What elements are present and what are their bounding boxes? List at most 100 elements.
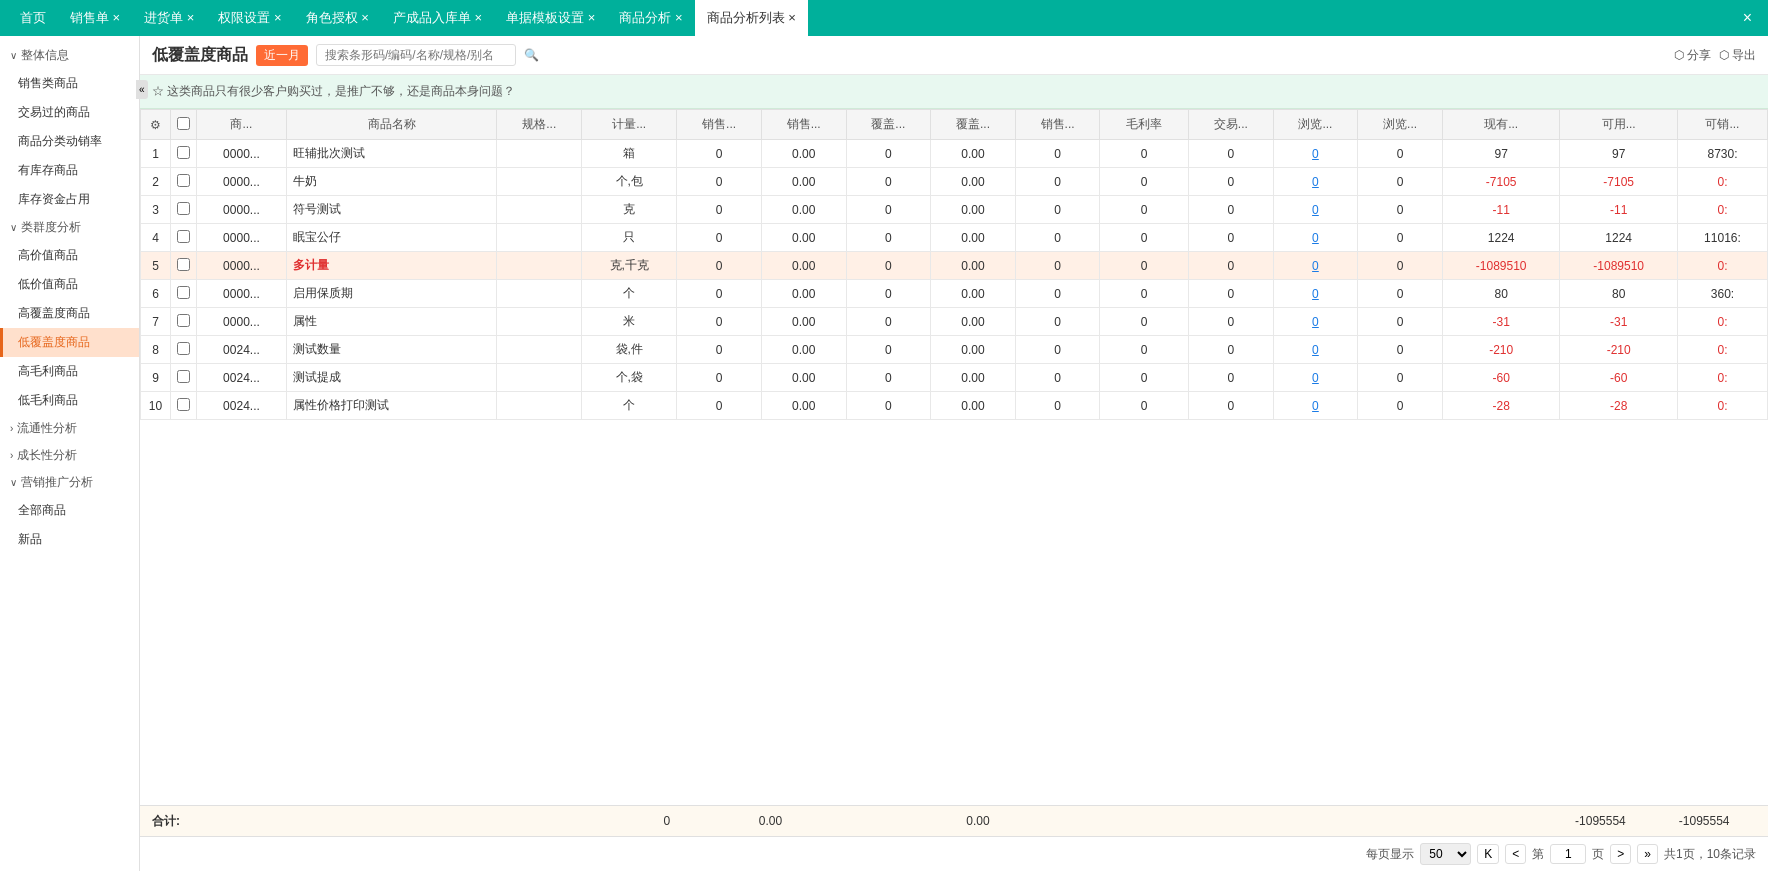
page-size-select[interactable]: 50 100 200: [1420, 843, 1471, 865]
sidebar-item-low-profit[interactable]: 低毛利商品: [0, 386, 139, 415]
row-unit: 米: [582, 308, 677, 336]
row-checkbox[interactable]: [177, 314, 190, 327]
sidebar-toggle-button[interactable]: «: [136, 80, 140, 99]
sidebar-section-circulation[interactable]: › 流通性分析: [0, 415, 139, 442]
row-browse1[interactable]: 0: [1273, 364, 1358, 392]
page-title: 低覆盖度商品: [152, 45, 248, 66]
row-sales-x: 0: [1015, 308, 1100, 336]
close-button[interactable]: ×: [1735, 9, 1760, 27]
row-browse2: 0: [1358, 224, 1443, 252]
footer-cells: 0 0.00 0.00 -1095554 -1095554: [200, 812, 1756, 830]
table-container[interactable]: ⚙ 商... 商品名称 规格... 计量... 销售... 销售... 覆盖..…: [140, 109, 1768, 805]
sidebar-section-overall[interactable]: ∨ 整体信息: [0, 42, 139, 69]
row-browse1[interactable]: 0: [1273, 252, 1358, 280]
nav-role-auth[interactable]: 角色授权 ×: [294, 0, 381, 36]
sidebar-item-all-products[interactable]: 全部商品: [0, 496, 139, 525]
th-browse1: 浏览...: [1273, 110, 1358, 140]
row-sales-amt: 0.00: [761, 224, 846, 252]
row-current: -1089510: [1442, 252, 1560, 280]
row-checkbox[interactable]: [177, 230, 190, 243]
row-cov1: 0: [846, 196, 931, 224]
last-page-button[interactable]: »: [1637, 844, 1658, 864]
chevron-down-icon: ∨: [10, 50, 17, 61]
first-page-button[interactable]: K: [1477, 844, 1499, 864]
next-page-button[interactable]: >: [1610, 844, 1631, 864]
pagination-bar: 每页显示 50 100 200 K < 第 页 > » 共1页，10条记录: [140, 836, 1768, 871]
select-all-checkbox[interactable]: [177, 117, 190, 130]
table-header-row: ⚙ 商... 商品名称 规格... 计量... 销售... 销售... 覆盖..…: [141, 110, 1768, 140]
info-text: 这类商品只有很少客户购买过，是推广不够，还是商品本身问题？: [167, 84, 515, 98]
row-browse1[interactable]: 0: [1273, 140, 1358, 168]
search-icon[interactable]: 🔍: [524, 48, 539, 62]
export-button[interactable]: ⬡ 导出: [1719, 47, 1756, 64]
row-check[interactable]: [171, 140, 197, 168]
time-filter-button[interactable]: 近一月: [256, 45, 308, 66]
th-checkbox[interactable]: [171, 110, 197, 140]
nav-product-storage[interactable]: 产成品入库单 ×: [381, 0, 494, 36]
th-settings[interactable]: ⚙: [141, 110, 171, 140]
nav-permissions[interactable]: 权限设置 ×: [206, 0, 293, 36]
sidebar-section-growth[interactable]: › 成长性分析: [0, 442, 139, 469]
row-browse1[interactable]: 0: [1273, 280, 1358, 308]
th-sales-amt: 销售...: [761, 110, 846, 140]
row-no: 2: [141, 168, 171, 196]
row-check[interactable]: [171, 392, 197, 420]
nav-product-analysis[interactable]: 商品分析 ×: [607, 0, 694, 36]
row-check[interactable]: [171, 308, 197, 336]
nav-product-analysis-list[interactable]: 商品分析列表 ×: [695, 0, 808, 36]
sidebar-item-traded-products[interactable]: 交易过的商品: [0, 98, 139, 127]
row-cov2: 0.00: [931, 392, 1016, 420]
row-trans: 0: [1188, 140, 1273, 168]
row-spec: [497, 364, 582, 392]
row-browse1[interactable]: 0: [1273, 336, 1358, 364]
main-layout: « ∨ 整体信息 销售类商品 交易过的商品 商品分类动销率 有库存商品 库存资金…: [0, 36, 1768, 871]
row-check[interactable]: [171, 224, 197, 252]
row-browse1[interactable]: 0: [1273, 308, 1358, 336]
row-checkbox[interactable]: [177, 202, 190, 215]
row-browse1[interactable]: 0: [1273, 168, 1358, 196]
share-button[interactable]: ⬡ 分享: [1674, 47, 1711, 64]
sidebar-item-sales-products[interactable]: 销售类商品: [0, 69, 139, 98]
row-unit: 只: [582, 224, 677, 252]
page-number-input[interactable]: [1550, 844, 1586, 864]
row-browse1[interactable]: 0: [1273, 196, 1358, 224]
row-checkbox[interactable]: [177, 286, 190, 299]
sidebar-item-in-stock[interactable]: 有库存商品: [0, 156, 139, 185]
sidebar-item-low-coverage[interactable]: 低覆盖度商品: [0, 328, 139, 357]
row-checkbox[interactable]: [177, 398, 190, 411]
sidebar-item-low-value[interactable]: 低价值商品: [0, 270, 139, 299]
row-name: 符号测试: [286, 196, 497, 224]
row-check[interactable]: [171, 168, 197, 196]
sidebar-item-high-profit[interactable]: 高毛利商品: [0, 357, 139, 386]
row-trans: 0: [1188, 280, 1273, 308]
nav-sales[interactable]: 销售单 ×: [58, 0, 132, 36]
row-check[interactable]: [171, 280, 197, 308]
sidebar-item-category-rate[interactable]: 商品分类动销率: [0, 127, 139, 156]
row-checkbox[interactable]: [177, 174, 190, 187]
sidebar-section-cluster[interactable]: ∨ 类群度分析: [0, 214, 139, 241]
sidebar-section-marketing-label: 营销推广分析: [21, 474, 93, 491]
sidebar-section-marketing[interactable]: ∨ 营销推广分析: [0, 469, 139, 496]
row-check[interactable]: [171, 364, 197, 392]
row-checkbox[interactable]: [177, 370, 190, 383]
prev-page-button[interactable]: <: [1505, 844, 1526, 864]
row-checkbox[interactable]: [177, 342, 190, 355]
row-browse1[interactable]: 0: [1273, 392, 1358, 420]
sidebar-item-high-value[interactable]: 高价值商品: [0, 241, 139, 270]
sidebar-item-high-coverage[interactable]: 高覆盖度商品: [0, 299, 139, 328]
row-check[interactable]: [171, 196, 197, 224]
row-check[interactable]: [171, 252, 197, 280]
row-checkbox[interactable]: [177, 258, 190, 271]
row-check[interactable]: [171, 336, 197, 364]
nav-home[interactable]: 首页: [8, 0, 58, 36]
sidebar-item-new-products[interactable]: 新品: [0, 525, 139, 554]
row-checkbox[interactable]: [177, 146, 190, 159]
search-input[interactable]: [316, 44, 516, 66]
nav-template-settings[interactable]: 单据模板设置 ×: [494, 0, 607, 36]
row-cov1: 0: [846, 252, 931, 280]
nav-purchase[interactable]: 进货单 ×: [132, 0, 206, 36]
row-browse2: 0: [1358, 280, 1443, 308]
row-browse1[interactable]: 0: [1273, 224, 1358, 252]
export-label: 导出: [1732, 47, 1756, 64]
sidebar-item-capital[interactable]: 库存资金占用: [0, 185, 139, 214]
